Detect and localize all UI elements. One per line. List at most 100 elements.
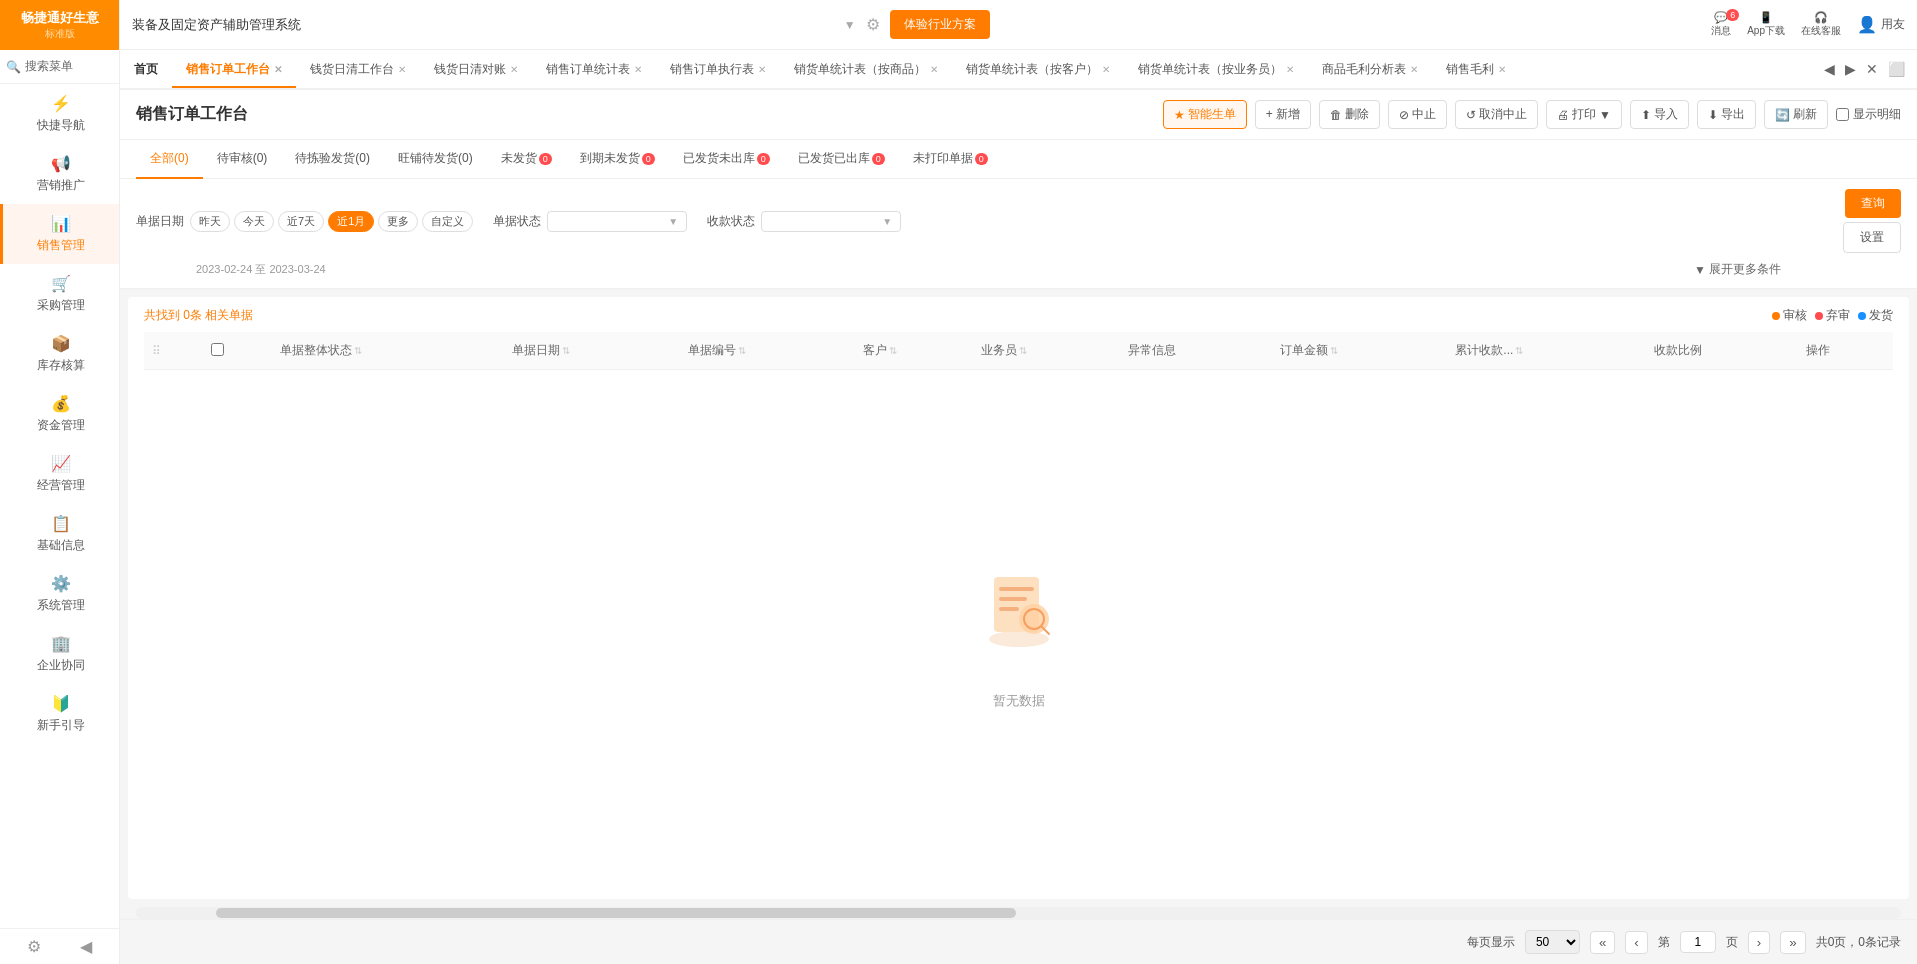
- collapse-icon[interactable]: ◀: [80, 937, 92, 956]
- scroll-thumb[interactable]: [216, 908, 1016, 918]
- tab-close-sales-stat[interactable]: ✕: [634, 64, 642, 75]
- filter-tab-all[interactable]: 全部(0): [136, 140, 203, 179]
- sort-icon[interactable]: ⇅: [738, 345, 746, 356]
- tab-close-all[interactable]: ✕: [1862, 59, 1882, 79]
- tab-cargo-stat-product[interactable]: 销货单统计表（按商品）✕: [780, 53, 952, 88]
- prev-prev-btn[interactable]: «: [1590, 931, 1615, 954]
- tab-product-margin[interactable]: 商品毛利分析表✕: [1308, 53, 1432, 88]
- col-header-customer[interactable]: 客户⇅: [855, 332, 973, 370]
- col-header-collected[interactable]: 累计收款...⇅: [1447, 332, 1646, 370]
- sort-icon[interactable]: ⇅: [889, 345, 897, 356]
- prev-btn[interactable]: ‹: [1625, 931, 1647, 954]
- select-all-checkbox[interactable]: [211, 343, 224, 356]
- tab-close-cargo-stat-customer[interactable]: ✕: [1102, 64, 1110, 75]
- tab-close-product-margin[interactable]: ✕: [1410, 64, 1418, 75]
- refresh-btn[interactable]: 🔄 刷新: [1764, 100, 1828, 129]
- set-btn[interactable]: 设置: [1843, 222, 1901, 253]
- tab-close-cargo-stat-staff[interactable]: ✕: [1286, 64, 1294, 75]
- tbl-act-btn-review[interactable]: 审核: [1772, 307, 1807, 324]
- filter-tab-shipped-not-out[interactable]: 已发货未出库0: [669, 140, 784, 179]
- tab-sales-profit[interactable]: 销售毛利✕: [1432, 53, 1520, 88]
- sort-icon[interactable]: ⇅: [354, 345, 362, 356]
- sidebar-item-operation[interactable]: 📈经营管理: [0, 444, 119, 504]
- page-size-select[interactable]: 102050100: [1525, 930, 1580, 954]
- filter-tab-pending-inspect[interactable]: 待拣验发货(0): [281, 140, 384, 179]
- tbl-act-btn-un-review[interactable]: 弃审: [1815, 307, 1850, 324]
- sort-icon[interactable]: ⇅: [1515, 345, 1523, 356]
- col-header-staff[interactable]: 业务员⇅: [973, 332, 1120, 370]
- tbl-act-btn-ship[interactable]: 发货: [1858, 307, 1893, 324]
- user-item[interactable]: 👤 用友: [1857, 15, 1905, 34]
- sidebar-search[interactable]: 🔍 搜索菜单: [0, 50, 119, 84]
- col-header-number[interactable]: 单据编号⇅: [680, 332, 855, 370]
- filter-tab-not-printed[interactable]: 未打印单据0: [899, 140, 1002, 179]
- date-btn-更多[interactable]: 更多: [378, 211, 418, 232]
- tab-close-sales-exec[interactable]: ✕: [758, 64, 766, 75]
- tab-scroll-left[interactable]: ◀: [1820, 59, 1839, 79]
- filter-tab-overdue-ship[interactable]: 到期未发货0: [566, 140, 669, 179]
- sidebar-item-basic-info[interactable]: 📋基础信息: [0, 504, 119, 564]
- settings-icon[interactable]: ⚙: [27, 937, 41, 956]
- col-header-date[interactable]: 单据日期⇅: [504, 332, 679, 370]
- tab-cash-reconcile[interactable]: 钱货日清对账✕: [420, 53, 532, 88]
- show-detail-label[interactable]: 显示明细: [1836, 106, 1901, 123]
- tab-cargo-stat-staff[interactable]: 销货单统计表（按业务员）✕: [1124, 53, 1308, 88]
- filter-tab-pending-review[interactable]: 待审核(0): [203, 140, 282, 179]
- date-btn-昨天[interactable]: 昨天: [190, 211, 230, 232]
- sort-icon[interactable]: ⇅: [1330, 345, 1338, 356]
- next-next-btn[interactable]: »: [1780, 931, 1805, 954]
- tab-close-cash-daily[interactable]: ✕: [398, 64, 406, 75]
- print-btn[interactable]: 🖨 打印 ▼: [1546, 100, 1622, 129]
- scroll-bar[interactable]: [136, 907, 1901, 919]
- sidebar-item-marketing[interactable]: 📢营销推广: [0, 144, 119, 204]
- tab-close-cargo-stat-product[interactable]: ✕: [930, 64, 938, 75]
- settings-gear-icon[interactable]: ⚙: [866, 15, 880, 34]
- date-btn-近1月[interactable]: 近1月: [328, 211, 374, 232]
- message-icon-item[interactable]: 💬 6 消息: [1711, 11, 1731, 38]
- sort-icon[interactable]: ⇅: [562, 345, 570, 356]
- date-btn-近7天[interactable]: 近7天: [278, 211, 324, 232]
- sidebar-item-quick-nav[interactable]: ⚡快捷导航: [0, 84, 119, 144]
- filter-tab-wangpu-ship[interactable]: 旺铺待发货(0): [384, 140, 487, 179]
- sort-icon[interactable]: ⇅: [1019, 345, 1027, 356]
- sidebar-item-purchase[interactable]: 🛒采购管理: [0, 264, 119, 324]
- stop-btn[interactable]: ⊘ 中止: [1388, 100, 1447, 129]
- tab-cargo-stat-customer[interactable]: 销货单统计表（按客户）✕: [952, 53, 1124, 88]
- tab-sales-exec[interactable]: 销售订单执行表✕: [656, 53, 780, 88]
- show-detail-checkbox[interactable]: [1836, 108, 1849, 121]
- date-btn-今天[interactable]: 今天: [234, 211, 274, 232]
- tab-cash-daily[interactable]: 钱货日清工作台✕: [296, 53, 420, 88]
- sidebar-item-guide[interactable]: 🔰新手引导: [0, 684, 119, 744]
- tab-close-sales-workbench[interactable]: ✕: [274, 64, 282, 75]
- app-download-item[interactable]: 📱 App下载: [1747, 11, 1785, 38]
- tab-maximize[interactable]: ⬜: [1884, 59, 1909, 79]
- sidebar-item-inventory[interactable]: 📦库存核算: [0, 324, 119, 384]
- tab-scroll-right[interactable]: ▶: [1841, 59, 1860, 79]
- solution-btn[interactable]: 体验行业方案: [890, 10, 990, 39]
- cancel-stop-btn[interactable]: ↺ 取消中止: [1455, 100, 1538, 129]
- filter-tab-shipped-out[interactable]: 已发货已出库0: [784, 140, 899, 179]
- sidebar-item-enterprise[interactable]: 🏢企业协同: [0, 624, 119, 684]
- tab-close-cash-reconcile[interactable]: ✕: [510, 64, 518, 75]
- export-btn[interactable]: ⬇ 导出: [1697, 100, 1756, 129]
- tab-sales-workbench[interactable]: 销售订单工作台✕: [172, 53, 296, 88]
- col-header-status[interactable]: 单据整体状态⇅: [272, 332, 504, 370]
- delete-btn[interactable]: 🗑 删除: [1319, 100, 1380, 129]
- import-btn[interactable]: ⬆ 导入: [1630, 100, 1689, 129]
- payment-select[interactable]: ▼: [761, 211, 901, 232]
- sidebar-item-system[interactable]: ⚙️系统管理: [0, 564, 119, 624]
- tab-close-sales-profit[interactable]: ✕: [1498, 64, 1506, 75]
- date-btn-自定义[interactable]: 自定义: [422, 211, 473, 232]
- smart-btn[interactable]: ★ 智能生单: [1163, 100, 1247, 129]
- expand-btn[interactable]: ▼ 展开更多条件: [1694, 261, 1781, 278]
- filter-tab-not-shipped[interactable]: 未发货0: [487, 140, 566, 179]
- online-service-item[interactable]: 🎧 在线客服: [1801, 11, 1841, 38]
- col-header-amount[interactable]: 订单金额⇅: [1272, 332, 1447, 370]
- add-btn[interactable]: + 新增: [1255, 100, 1311, 129]
- query-btn[interactable]: 查询: [1845, 189, 1901, 218]
- tab-home[interactable]: 首页: [120, 53, 172, 88]
- tab-sales-stat[interactable]: 销售订单统计表✕: [532, 53, 656, 88]
- status-select[interactable]: ▼: [547, 211, 687, 232]
- system-dropdown[interactable]: ▼: [844, 18, 856, 32]
- page-input[interactable]: 1: [1680, 931, 1716, 953]
